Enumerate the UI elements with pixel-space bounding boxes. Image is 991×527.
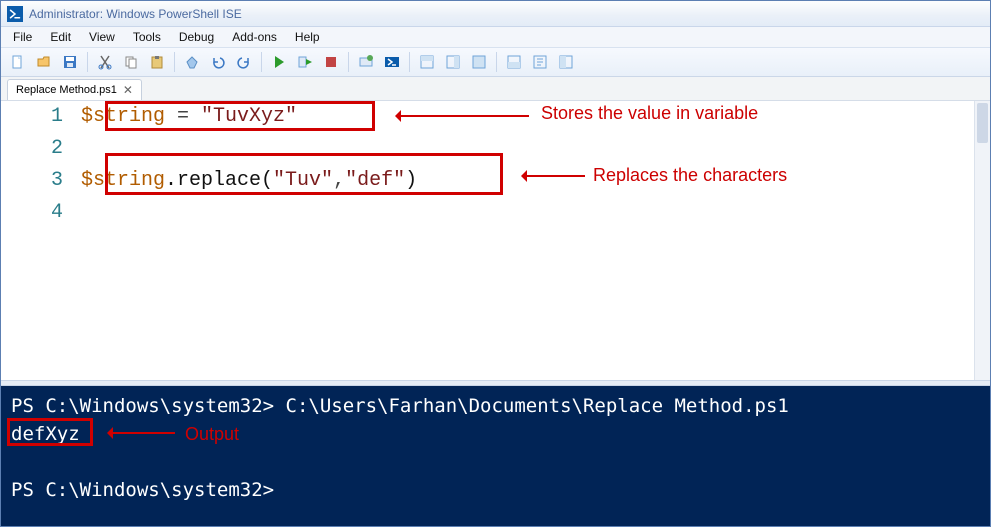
script-editor[interactable]: 1$string = "TuvXyz"23$string.replace("Tu… [1, 101, 990, 380]
console-line-cmd: PS C:\Windows\system32> C:\Users\Farhan\… [11, 392, 980, 420]
save-icon[interactable] [59, 51, 81, 73]
menu-addons[interactable]: Add-ons [224, 28, 285, 46]
vertical-scrollbar[interactable] [974, 101, 990, 380]
line-number: 2 [1, 133, 81, 165]
annotation-arrow-output [111, 432, 175, 434]
menu-file[interactable]: File [5, 28, 40, 46]
show-command-icon[interactable] [503, 51, 525, 73]
annotation-arrow-line3 [525, 175, 585, 177]
annotation-label-line3: Replaces the characters [593, 165, 787, 186]
run-icon[interactable] [268, 51, 290, 73]
console-line-blank [11, 448, 980, 476]
line-number: 1 [1, 101, 81, 133]
annotation-box-output [7, 418, 93, 446]
menu-help[interactable]: Help [287, 28, 328, 46]
new-remote-icon[interactable] [355, 51, 377, 73]
paste-icon[interactable] [146, 51, 168, 73]
menu-view[interactable]: View [81, 28, 123, 46]
new-file-icon[interactable] [7, 51, 29, 73]
undo-icon[interactable] [207, 51, 229, 73]
annotation-label-line1: Stores the value in variable [541, 103, 758, 124]
code-text[interactable]: $string.replace("Tuv","def") [81, 165, 417, 197]
run-selection-icon[interactable] [294, 51, 316, 73]
menu-tools[interactable]: Tools [125, 28, 169, 46]
code-line[interactable]: 4 [1, 197, 990, 229]
tab-label: Replace Method.ps1 [16, 84, 117, 96]
menu-edit[interactable]: Edit [42, 28, 79, 46]
window-title: Administrator: Windows PowerShell ISE [29, 7, 242, 21]
code-line[interactable]: 3$string.replace("Tuv","def") [1, 165, 990, 197]
script-tab[interactable]: Replace Method.ps1 ✕ [7, 79, 142, 100]
show-script-right-icon[interactable] [442, 51, 464, 73]
show-command-addon-icon[interactable] [529, 51, 551, 73]
show-script-icon[interactable] [416, 51, 438, 73]
console-line-output: defXyz [11, 420, 980, 448]
open-file-icon[interactable] [33, 51, 55, 73]
line-number: 3 [1, 165, 81, 197]
code-line[interactable]: 1$string = "TuvXyz" [1, 101, 990, 133]
annotation-arrow-line1 [399, 115, 529, 117]
cut-icon[interactable] [94, 51, 116, 73]
toolbar-separator [261, 52, 262, 72]
toolbar-separator [348, 52, 349, 72]
console-pane[interactable]: PS C:\Windows\system32> C:\Users\Farhan\… [1, 386, 990, 526]
toolbar [1, 47, 990, 77]
copy-icon[interactable] [120, 51, 142, 73]
line-number: 4 [1, 197, 81, 229]
toolbar-separator [409, 52, 410, 72]
toolbar-separator [174, 52, 175, 72]
redo-icon[interactable] [233, 51, 255, 73]
titlebar: Administrator: Windows PowerShell ISE [1, 1, 990, 27]
annotation-label-output: Output [185, 420, 239, 448]
powershell-icon [7, 6, 23, 22]
powershell-tab-icon[interactable] [381, 51, 403, 73]
close-icon[interactable]: ✕ [123, 83, 133, 97]
clear-icon[interactable] [181, 51, 203, 73]
code-text[interactable]: $string = "TuvXyz" [81, 101, 297, 133]
stop-icon[interactable] [320, 51, 342, 73]
toolbar-separator [87, 52, 88, 72]
code-line[interactable]: 2 [1, 133, 990, 165]
menu-debug[interactable]: Debug [171, 28, 222, 46]
console-line-prompt: PS C:\Windows\system32> [11, 476, 980, 504]
toolbar-separator [496, 52, 497, 72]
tabstrip: Replace Method.ps1 ✕ [1, 77, 990, 101]
show-toolbar-icon[interactable] [555, 51, 577, 73]
menubar: File Edit View Tools Debug Add-ons Help [1, 27, 990, 47]
show-script-max-icon[interactable] [468, 51, 490, 73]
